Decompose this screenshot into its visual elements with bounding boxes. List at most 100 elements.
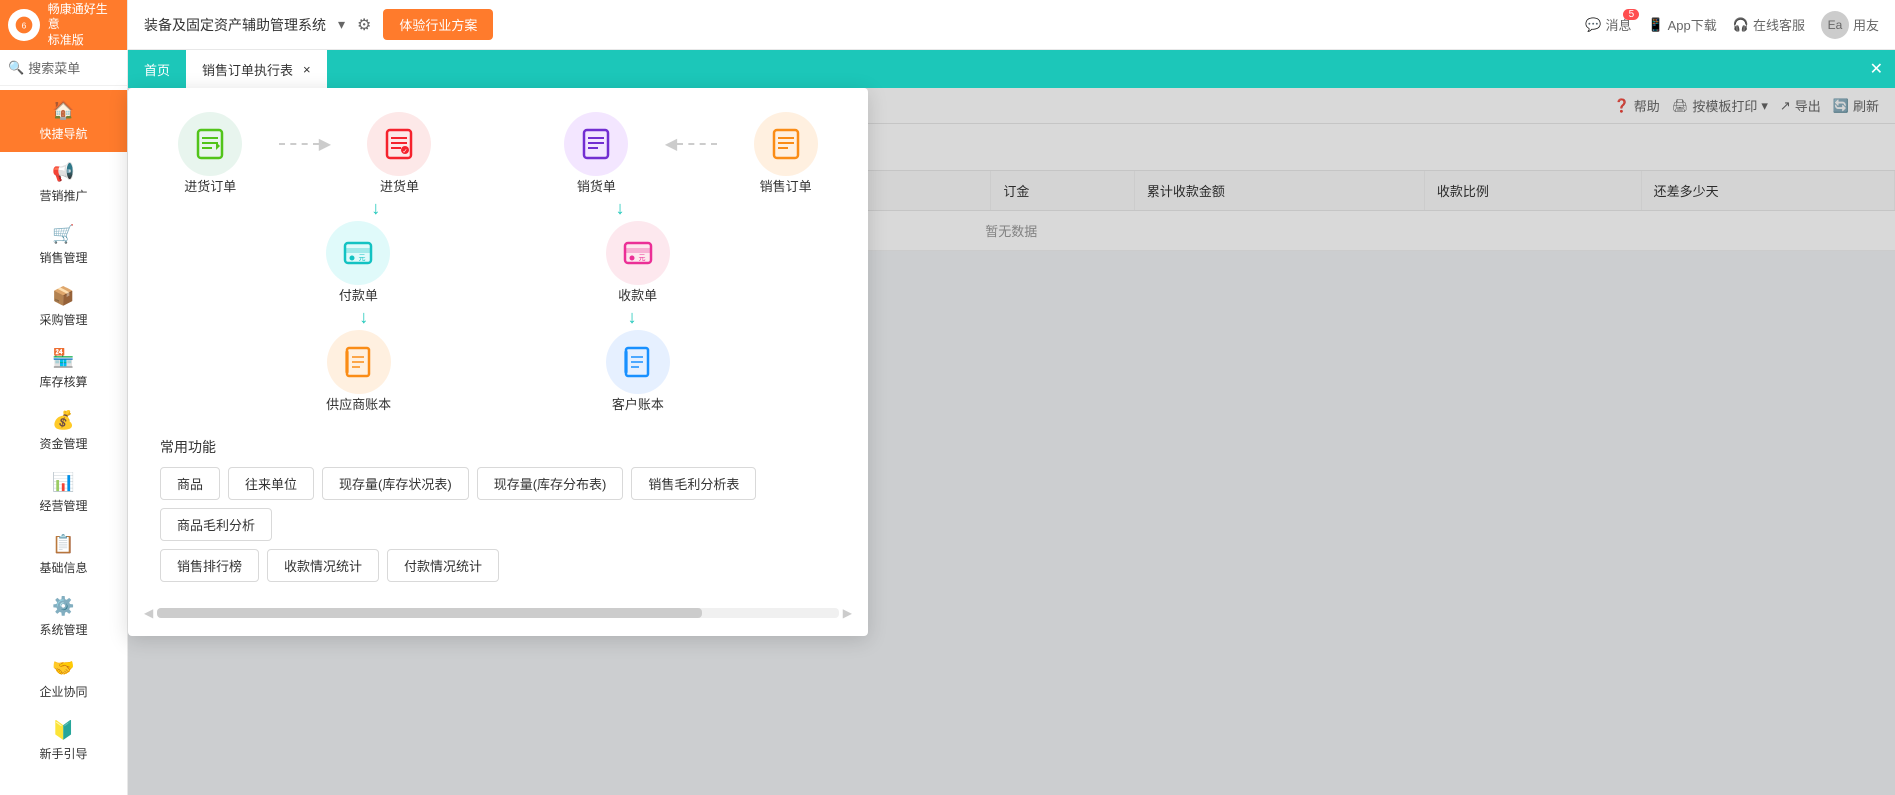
customer-ledger-icon bbox=[606, 330, 670, 394]
purchase-icon: 📦 bbox=[52, 286, 74, 307]
sidebar-item-inventory[interactable]: 🏪 库存核算 bbox=[0, 338, 127, 400]
sidebar-logo: 6 畅康通好生意 标准版 bbox=[0, 0, 127, 50]
sidebar-item-label: 基础信息 bbox=[39, 559, 87, 576]
sidebar-item-basic-info[interactable]: 📋 基础信息 bbox=[0, 524, 127, 586]
svg-text:元: 元 bbox=[638, 254, 645, 262]
tab-home-label: 首页 bbox=[144, 60, 170, 79]
v-arrow-rec: ↓ bbox=[628, 308, 637, 326]
sidebar-item-system[interactable]: ⚙️ 系统管理 bbox=[0, 586, 127, 648]
flow-section: 进货订单 ▶ ✓ 进货单 bbox=[128, 88, 868, 429]
flow-node-receipt[interactable]: 元 收款单 bbox=[606, 221, 670, 304]
sidebar-item-label: 企业协同 bbox=[39, 683, 87, 700]
avatar: Ea bbox=[1821, 11, 1849, 39]
header-dropdown[interactable]: ▾ bbox=[338, 16, 345, 33]
sidebar-item-label: 销售管理 bbox=[39, 249, 87, 266]
cooperation-icon: 🤝 bbox=[52, 658, 74, 679]
tab-home[interactable]: 首页 bbox=[128, 50, 186, 88]
btn-partners[interactable]: 往来单位 bbox=[228, 467, 314, 500]
payment-label: 付款单 bbox=[339, 285, 378, 304]
trial-button[interactable]: 体验行业方案 bbox=[383, 9, 493, 40]
common-functions-title: 常用功能 bbox=[160, 437, 836, 457]
flow-node-customer-ledger[interactable]: 客户账本 bbox=[606, 330, 670, 413]
btn-sales-gross[interactable]: 销售毛利分析表 bbox=[631, 467, 756, 500]
sidebar-item-label: 快捷导航 bbox=[39, 125, 87, 142]
tab-sales-order[interactable]: 销售订单执行表 × bbox=[186, 50, 327, 88]
scroll-left-arrow[interactable]: ◀ bbox=[144, 606, 153, 620]
sidebar-item-label: 系统管理 bbox=[39, 621, 87, 638]
basic-info-icon: 📋 bbox=[52, 534, 74, 555]
flow-node-sales-bill[interactable]: 销货单 bbox=[564, 112, 628, 195]
btn-sales-rank[interactable]: 销售排行榜 bbox=[160, 549, 259, 582]
search-label: 搜索菜单 bbox=[28, 58, 80, 77]
message-button[interactable]: 💬 消息 5 bbox=[1585, 15, 1631, 34]
message-icon: 💬 bbox=[1585, 17, 1601, 33]
service-icon: 🎧 bbox=[1733, 17, 1749, 33]
btn-stock-distribution[interactable]: 现存量(库存分布表) bbox=[477, 467, 624, 500]
payment-icon: 元 bbox=[326, 221, 390, 285]
sales-order-label: 销售订单 bbox=[760, 176, 812, 195]
app-download-label: App下载 bbox=[1668, 15, 1717, 34]
inventory-icon: 🏪 bbox=[52, 348, 74, 369]
btn-receipt-stats[interactable]: 收款情况统计 bbox=[267, 549, 379, 582]
flow-node-supplier-ledger[interactable]: 供应商账本 bbox=[326, 330, 391, 413]
tab-close-icon[interactable]: × bbox=[303, 62, 311, 77]
sidebar-item-sales[interactable]: 🛒 销售管理 bbox=[0, 214, 127, 276]
flow-node-sales-order[interactable]: 销售订单 bbox=[754, 112, 818, 195]
purchase-order-label: 进货订单 bbox=[184, 176, 236, 195]
sidebar-item-cooperation[interactable]: 🤝 企业协同 bbox=[0, 648, 127, 710]
home-icon: 🏠 bbox=[52, 100, 74, 121]
receipt-icon: 元 bbox=[606, 221, 670, 285]
btn-payment-stats[interactable]: 付款情况统计 bbox=[387, 549, 499, 582]
arrow-po-to-pb: ▶ bbox=[279, 134, 331, 154]
flow-node-purchase-order[interactable]: 进货订单 bbox=[178, 112, 242, 195]
search-icon: 🔍 bbox=[8, 60, 24, 76]
sidebar-item-marketing[interactable]: 📢 营销推广 bbox=[0, 152, 127, 214]
sidebar-item-label: 库存核算 bbox=[39, 373, 87, 390]
download-icon: 📱 bbox=[1647, 17, 1663, 33]
btn-stock-status[interactable]: 现存量(库存状况表) bbox=[322, 467, 469, 500]
sidebar-item-purchase[interactable]: 📦 采购管理 bbox=[0, 276, 127, 338]
customer-ledger-label: 客户账本 bbox=[612, 394, 664, 413]
sidebar-item-label: 经营管理 bbox=[39, 497, 87, 514]
logo-text: 畅康通好生意 标准版 bbox=[48, 2, 119, 49]
purchase-bill-icon: ✓ bbox=[367, 112, 431, 176]
popup-scrollbar[interactable] bbox=[157, 608, 839, 618]
guide-icon: 🔰 bbox=[52, 720, 74, 741]
sidebar-item-finance[interactable]: 💰 资金管理 bbox=[0, 400, 127, 462]
logo-icon: 6 bbox=[8, 9, 40, 41]
online-service-button[interactable]: 🎧 在线客服 bbox=[1733, 15, 1805, 34]
popup-scrollbar-container: ◀ ▶ bbox=[144, 606, 852, 620]
v-arrow-pay: ↓ bbox=[359, 308, 368, 326]
settings-icon[interactable]: ⚙ bbox=[357, 15, 371, 35]
finance-icon: 💰 bbox=[52, 410, 74, 431]
btn-goods[interactable]: 商品 bbox=[160, 467, 220, 500]
system-title: 装备及固定资产辅助管理系统 bbox=[144, 15, 326, 35]
sidebar-item-label: 新手引导 bbox=[39, 745, 87, 762]
header: 装备及固定资产辅助管理系统 ▾ ⚙ 体验行业方案 💬 消息 5 📱 App下载 … bbox=[128, 0, 1895, 50]
tab-sales-order-label: 销售订单执行表 bbox=[202, 60, 293, 79]
operation-icon: 📊 bbox=[52, 472, 74, 493]
sidebar-search[interactable]: 🔍 搜索菜单 bbox=[0, 50, 127, 86]
sidebar-item-guide[interactable]: 🔰 新手引导 bbox=[0, 710, 127, 772]
online-service-label: 在线客服 bbox=[1753, 15, 1805, 34]
sidebar-item-quick-nav[interactable]: 🏠 快捷导航 bbox=[0, 90, 127, 152]
app-download-button[interactable]: 📱 App下载 bbox=[1647, 15, 1716, 34]
sidebar-item-operation[interactable]: 📊 经营管理 bbox=[0, 462, 127, 524]
system-icon: ⚙️ bbox=[52, 596, 74, 617]
supplier-ledger-label: 供应商账本 bbox=[326, 394, 391, 413]
svg-text:元: 元 bbox=[359, 254, 366, 262]
tabs-bar: 首页 销售订单执行表 × ✕ bbox=[128, 50, 1895, 88]
sales-icon: 🛒 bbox=[52, 224, 74, 245]
flow-node-payment[interactable]: 元 付款单 bbox=[326, 221, 390, 304]
svg-text:✓: ✓ bbox=[403, 149, 408, 155]
common-functions-section: 常用功能 商品 往来单位 现存量(库存状况表) 现存量(库存分布表) 销售毛利分… bbox=[128, 429, 868, 598]
scroll-right-arrow[interactable]: ▶ bbox=[843, 606, 852, 620]
user-menu[interactable]: Ea 用友 bbox=[1821, 11, 1879, 39]
flow-node-purchase-bill[interactable]: ✓ 进货单 bbox=[367, 112, 431, 195]
btn-goods-gross[interactable]: 商品毛利分析 bbox=[160, 508, 272, 541]
scrollbar-thumb[interactable] bbox=[157, 608, 702, 618]
sidebar-item-label: 资金管理 bbox=[39, 435, 87, 452]
message-badge: 5 bbox=[1623, 9, 1639, 20]
arrow-so-to-sb: ◀ bbox=[665, 134, 717, 154]
main-close-button[interactable]: ✕ bbox=[1870, 50, 1883, 88]
